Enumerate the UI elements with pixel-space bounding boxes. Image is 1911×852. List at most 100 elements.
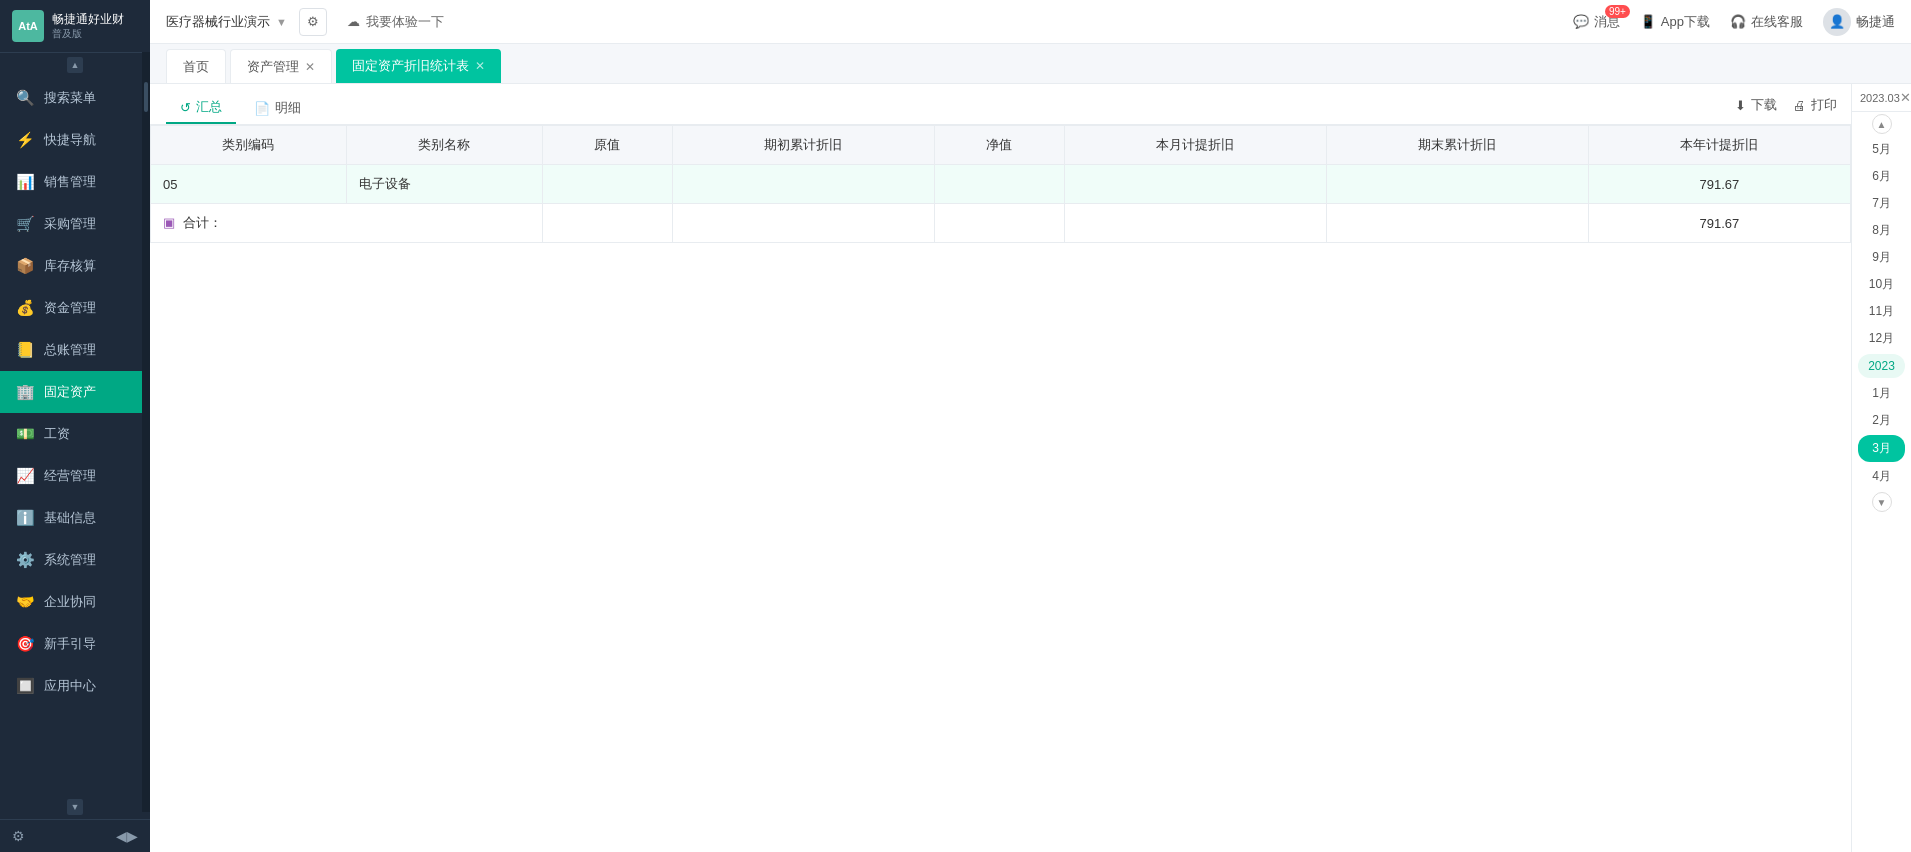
cell-monthly-depreciation bbox=[1064, 165, 1326, 204]
sidebar-item-label: 企业协同 bbox=[44, 593, 96, 611]
sidebar-item-label: 采购管理 bbox=[44, 215, 96, 233]
col-header-yearly-depreciation: 本年计提折旧 bbox=[1588, 126, 1850, 165]
summary-icon: ↺ bbox=[180, 100, 191, 115]
sidebar-item-finance[interactable]: 💰 资金管理 bbox=[0, 287, 150, 329]
cell-yearly-depreciation: 791.67 bbox=[1588, 165, 1850, 204]
system-icon: ⚙️ bbox=[16, 551, 34, 569]
page-content: ↺ 汇总 📄 明细 ⬇ 下载 🖨 打印 ↻ 刷新 bbox=[150, 84, 1911, 852]
panel-year-2023: 2023 bbox=[1858, 354, 1905, 378]
panel-month-6[interactable]: 6月 bbox=[1852, 163, 1911, 190]
settings-icon[interactable]: ⚙ bbox=[12, 828, 25, 844]
panel-nav-down[interactable]: ▼ bbox=[1872, 492, 1892, 512]
collapse-icon[interactable]: ◀▶ bbox=[116, 828, 138, 844]
tab-home[interactable]: 首页 bbox=[166, 49, 226, 83]
experience-label: 我要体验一下 bbox=[366, 13, 444, 31]
total-monthly-depreciation bbox=[1064, 204, 1326, 243]
sidebar-item-salary[interactable]: 💵 工资 bbox=[0, 413, 150, 455]
tab-home-label: 首页 bbox=[183, 58, 209, 76]
total-yearly-depreciation: 791.67 bbox=[1588, 204, 1850, 243]
base-info-icon: ℹ️ bbox=[16, 509, 34, 527]
sidebar-item-sales[interactable]: 📊 销售管理 bbox=[0, 161, 150, 203]
sidebar-item-corp-collab[interactable]: 🤝 企业协同 bbox=[0, 581, 150, 623]
sub-tab-detail-label: 明细 bbox=[275, 99, 301, 117]
company-chevron-icon: ▼ bbox=[276, 16, 287, 28]
app-download-button[interactable]: 📱 App下载 bbox=[1640, 13, 1710, 31]
download-button[interactable]: ⬇ 下载 bbox=[1735, 96, 1777, 114]
app-logo-icon: AtA bbox=[12, 10, 44, 42]
panel-month-12[interactable]: 12月 bbox=[1852, 325, 1911, 352]
panel-month-10[interactable]: 10月 bbox=[1852, 271, 1911, 298]
sidebar-item-operations[interactable]: 📈 经营管理 bbox=[0, 455, 150, 497]
gear-icon: ⚙ bbox=[307, 14, 319, 29]
sidebar-item-label: 总账管理 bbox=[44, 341, 96, 359]
tabs-bar: 首页 资产管理 ✕ 固定资产折旧统计表 ✕ bbox=[150, 44, 1911, 84]
panel-month-7[interactable]: 7月 bbox=[1852, 190, 1911, 217]
sidebar-scroll-down[interactable]: ▼ bbox=[67, 799, 83, 815]
sub-tab-summary[interactable]: ↺ 汇总 bbox=[166, 92, 236, 124]
table-row: 05 电子设备 791.67 bbox=[151, 165, 1851, 204]
sidebar-item-label: 搜索菜单 bbox=[44, 89, 96, 107]
panel-month-3-current[interactable]: 3月 bbox=[1858, 435, 1905, 462]
sidebar-logo: AtA 畅捷通好业财 普及版 bbox=[0, 0, 150, 53]
sidebar-item-system[interactable]: ⚙️ 系统管理 bbox=[0, 539, 150, 581]
company-name: 医疗器械行业演示 bbox=[166, 13, 270, 31]
panel-month-4[interactable]: 4月 bbox=[1852, 463, 1911, 490]
tab-asset-mgmt-close[interactable]: ✕ bbox=[305, 60, 315, 74]
download-label: 下载 bbox=[1751, 96, 1777, 114]
sidebar-item-app-center[interactable]: 🔲 应用中心 bbox=[0, 665, 150, 707]
download-icon: 📱 bbox=[1640, 14, 1656, 29]
search-icon: 🔍 bbox=[16, 89, 34, 107]
panel-nav-up[interactable]: ▲ bbox=[1872, 114, 1892, 134]
sidebar-item-search[interactable]: 🔍 搜索菜单 bbox=[0, 77, 150, 119]
panel-month-5[interactable]: 5月 bbox=[1852, 136, 1911, 163]
sidebar-item-quick-nav[interactable]: ⚡ 快捷导航 bbox=[0, 119, 150, 161]
topbar-settings-button[interactable]: ⚙ bbox=[299, 8, 327, 36]
sub-tab-detail[interactable]: 📄 明细 bbox=[240, 93, 315, 123]
sidebar-item-ledger[interactable]: 📒 总账管理 bbox=[0, 329, 150, 371]
col-header-net-value: 净值 bbox=[934, 126, 1064, 165]
cloud-icon: ☁ bbox=[347, 14, 360, 29]
sidebar-item-guide[interactable]: 🎯 新手引导 bbox=[0, 623, 150, 665]
company-selector[interactable]: 医疗器械行业演示 ▼ bbox=[166, 13, 287, 31]
user-menu[interactable]: 👤 畅捷通 bbox=[1823, 8, 1895, 36]
sidebar-item-inventory[interactable]: 📦 库存核算 bbox=[0, 245, 150, 287]
experience-button[interactable]: ☁ 我要体验一下 bbox=[347, 13, 444, 31]
tab-fixed-asset-depreciation[interactable]: 固定资产折旧统计表 ✕ bbox=[336, 49, 501, 83]
download-icon: ⬇ bbox=[1735, 98, 1746, 113]
headset-icon: 🎧 bbox=[1730, 14, 1746, 29]
sidebar-item-base-info[interactable]: ℹ️ 基础信息 bbox=[0, 497, 150, 539]
cell-name: 电子设备 bbox=[346, 165, 542, 204]
panel-month-1[interactable]: 1月 bbox=[1852, 380, 1911, 407]
inventory-icon: 📦 bbox=[16, 257, 34, 275]
panel-date-label: 2023.03 bbox=[1860, 92, 1900, 104]
sidebar-item-purchase[interactable]: 🛒 采购管理 bbox=[0, 203, 150, 245]
guide-icon: 🎯 bbox=[16, 635, 34, 653]
depreciation-table: 类别编码 类别名称 原值 期初累计折旧 净值 本月计提折旧 期末累计折旧 本年计… bbox=[150, 125, 1851, 243]
panel-month-9[interactable]: 9月 bbox=[1852, 244, 1911, 271]
sidebar-item-label: 工资 bbox=[44, 425, 70, 443]
notifications-button[interactable]: 💬 消息 99+ bbox=[1573, 13, 1620, 31]
panel-header-icons: ✕ ⛶ bbox=[1900, 90, 1911, 105]
cell-net-value bbox=[934, 165, 1064, 204]
sidebar-bottom: ⚙ ◀▶ bbox=[0, 819, 150, 852]
sub-tab-summary-label: 汇总 bbox=[196, 98, 222, 116]
salary-icon: 💵 bbox=[16, 425, 34, 443]
panel-header: 2023.03 ✕ ⛶ bbox=[1852, 84, 1911, 112]
app-logo-text: 畅捷通好业财 普及版 bbox=[52, 12, 124, 41]
panel-month-8[interactable]: 8月 bbox=[1852, 217, 1911, 244]
app-center-icon: 🔲 bbox=[16, 677, 34, 695]
sidebar-scroll-up[interactable]: ▲ bbox=[67, 57, 83, 73]
col-header-name: 类别名称 bbox=[346, 126, 542, 165]
panel-month-11[interactable]: 11月 bbox=[1852, 298, 1911, 325]
panel-close-icon[interactable]: ✕ bbox=[1900, 90, 1911, 105]
panel-month-2[interactable]: 2月 bbox=[1852, 407, 1911, 434]
sidebar-item-fixed-assets[interactable]: 🏢 固定资产 bbox=[0, 371, 150, 413]
sidebar-scroll: 🔍 搜索菜单 ⚡ 快捷导航 📊 销售管理 🛒 采购管理 📦 库存核算 💰 资金管… bbox=[0, 77, 150, 795]
tab-fixed-asset-depreciation-close[interactable]: ✕ bbox=[475, 59, 485, 73]
tab-asset-mgmt-label: 资产管理 bbox=[247, 58, 299, 76]
sidebar: AtA 畅捷通好业财 普及版 ▲ 🔍 搜索菜单 ⚡ 快捷导航 📊 销售管理 🛒 … bbox=[0, 0, 150, 852]
online-service-button[interactable]: 🎧 在线客服 bbox=[1730, 13, 1803, 31]
tab-asset-mgmt[interactable]: 资产管理 ✕ bbox=[230, 49, 332, 83]
print-button[interactable]: 🖨 打印 bbox=[1793, 96, 1837, 114]
col-header-monthly-depreciation: 本月计提折旧 bbox=[1064, 126, 1326, 165]
